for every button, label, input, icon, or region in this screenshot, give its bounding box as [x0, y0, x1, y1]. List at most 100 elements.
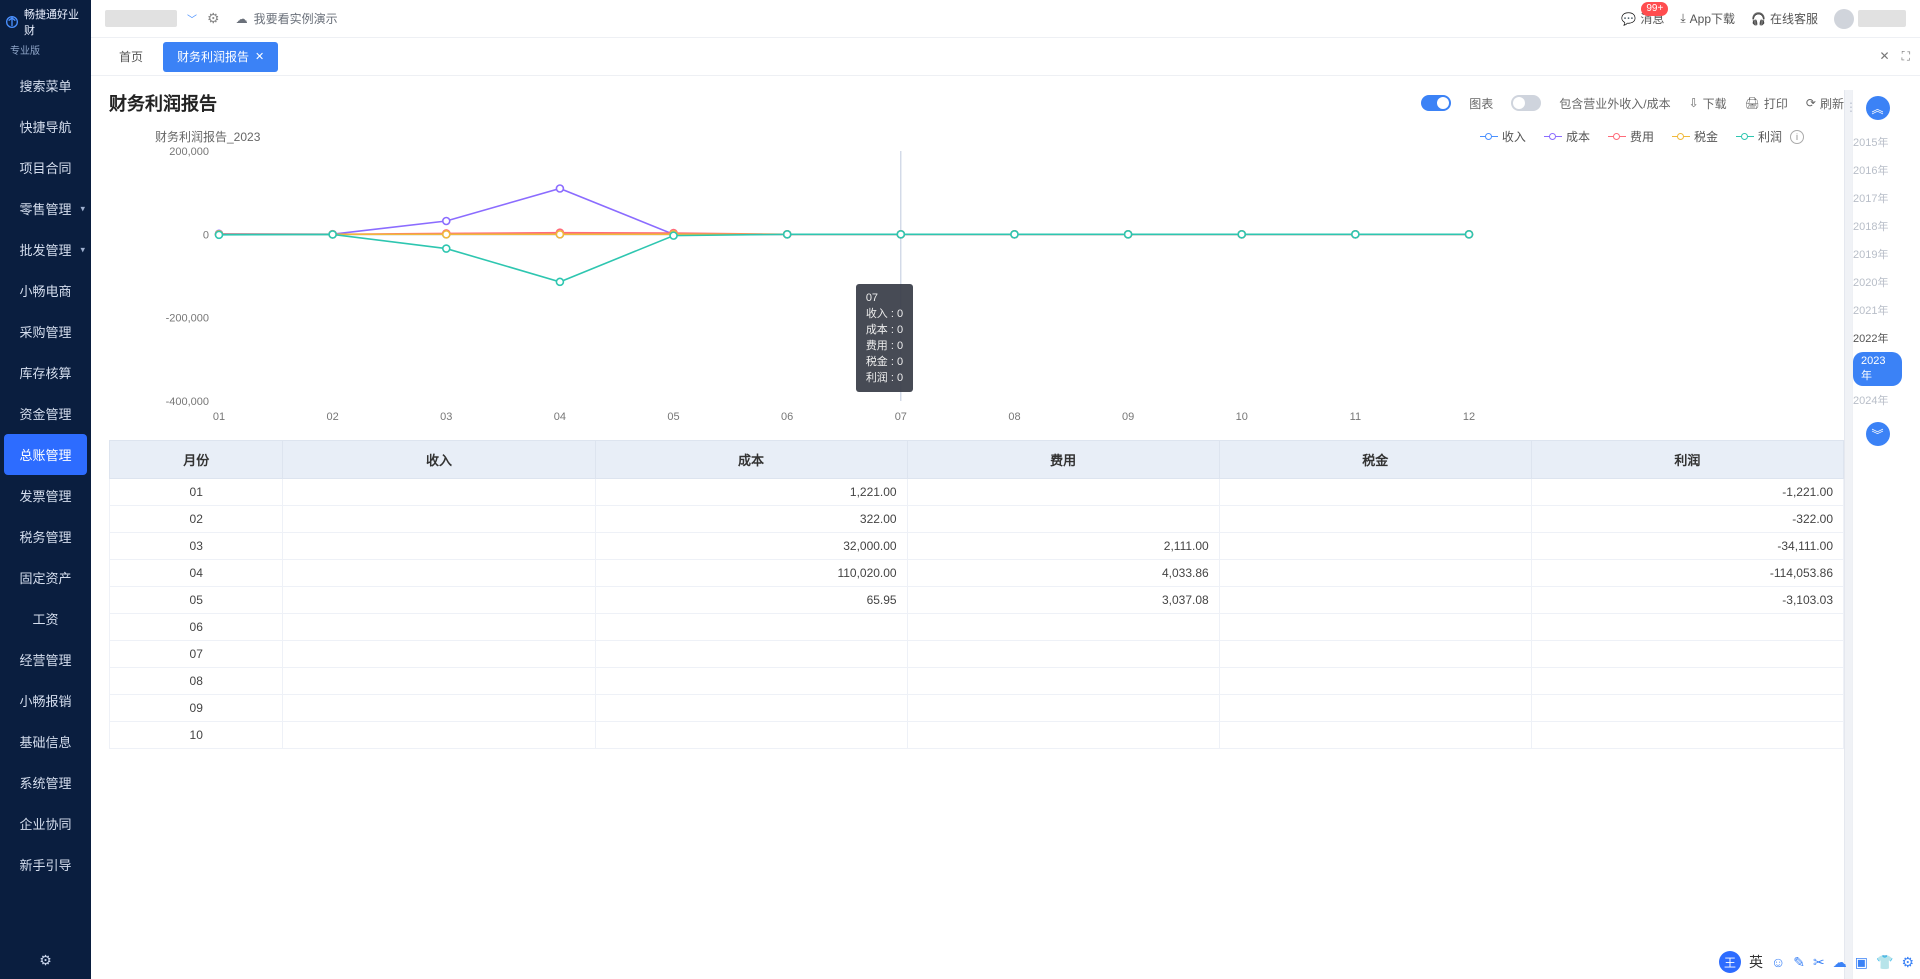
sidebar-item-19[interactable]: 新手引导: [0, 844, 91, 885]
ime-camera-icon[interactable]: ▣: [1855, 954, 1868, 971]
sidebar-item-5[interactable]: 小畅电商: [0, 270, 91, 311]
tab-home[interactable]: 首页: [105, 42, 157, 72]
legend-cost[interactable]: 成本: [1544, 128, 1590, 145]
svg-text:07: 07: [895, 411, 907, 423]
include-toggle[interactable]: [1511, 95, 1541, 111]
sidebar-item-9[interactable]: 总账管理: [4, 434, 87, 475]
svg-text:02: 02: [327, 411, 339, 423]
year-option[interactable]: 2023年: [1853, 352, 1902, 386]
table-cell: 2,111.00: [907, 533, 1219, 560]
year-option[interactable]: 2016年: [1853, 156, 1902, 184]
chart-svg: -400,000-200,0000200,0000102030405060708…: [109, 136, 1489, 426]
download-button[interactable]: ⇩下载: [1689, 95, 1727, 112]
legend-expense[interactable]: 费用: [1608, 128, 1654, 145]
table-header: 收入: [283, 441, 595, 479]
table-cell: [1531, 722, 1843, 749]
tooltip-tax: 税金 : 0: [866, 354, 903, 370]
fullscreen-icon[interactable]: ⛶: [1902, 49, 1910, 64]
year-option[interactable]: 2017年: [1853, 184, 1902, 212]
year-option[interactable]: 2019年: [1853, 240, 1902, 268]
sidebar-item-18[interactable]: 企业协同: [0, 803, 91, 844]
sidebar-item-1[interactable]: 快捷导航: [0, 106, 91, 147]
table-cell: [283, 668, 595, 695]
table-cell: [283, 722, 595, 749]
sidebar-item-0[interactable]: 搜索菜单: [0, 65, 91, 106]
table-cell: 09: [110, 695, 283, 722]
ime-bar: 王 英 ☺ ✎ ✂ ☁ ▣ 👕 ⚙: [1719, 951, 1914, 973]
download-text: 下载: [1703, 95, 1727, 112]
sidebar-item-6[interactable]: 采购管理: [0, 311, 91, 352]
table-row: 04110,020.004,033.86-114,053.86: [110, 560, 1844, 587]
info-icon[interactable]: i: [1790, 130, 1804, 144]
ime-cloud-icon[interactable]: ☁: [1833, 954, 1847, 971]
ime-edit-icon[interactable]: ✎: [1793, 954, 1805, 971]
tab-report[interactable]: 财务利润报告 ✕: [163, 42, 278, 72]
tab-close-all-icon[interactable]: ✕: [1880, 49, 1890, 64]
sidebar-item-2[interactable]: 项目合同: [0, 147, 91, 188]
topbar-gear-icon[interactable]: ⚙: [207, 10, 220, 27]
year-panel: ︽ 2015年2016年2017年2018年2019年2020年2021年202…: [1852, 90, 1902, 979]
company-selector[interactable]: 株式会社名称 ﹀: [105, 10, 197, 27]
year-scroll-down[interactable]: ︾: [1866, 422, 1890, 446]
ime-shirt-icon[interactable]: 👕: [1876, 954, 1893, 971]
year-option[interactable]: 2020年: [1853, 268, 1902, 296]
sidebar-item-12[interactable]: 固定资产: [0, 557, 91, 598]
table-cell: [595, 695, 907, 722]
table-header: 税金: [1219, 441, 1531, 479]
settings-gear[interactable]: ⚙: [0, 942, 91, 979]
sidebar-item-17[interactable]: 系统管理: [0, 762, 91, 803]
year-option[interactable]: 2015年: [1853, 128, 1902, 156]
user-menu[interactable]: 用户名称: [1834, 9, 1906, 29]
sidebar-item-14[interactable]: 经营管理: [0, 639, 91, 680]
brand-icon: [4, 14, 20, 30]
year-option[interactable]: 2018年: [1853, 212, 1902, 240]
table-cell: [595, 722, 907, 749]
download-label: App下载: [1690, 10, 1735, 27]
svg-text:0: 0: [203, 229, 209, 241]
sidebar-item-3[interactable]: 零售管理▾: [0, 188, 91, 229]
chevron-down-icon: ▾: [80, 244, 85, 255]
legend-profit[interactable]: 利润 i: [1736, 128, 1804, 145]
customer-service-link[interactable]: 🎧 在线客服: [1751, 10, 1818, 27]
sidebar-item-7[interactable]: 库存核算: [0, 352, 91, 393]
ime-smile-icon[interactable]: ☺: [1771, 954, 1785, 970]
table-cell: [1531, 614, 1843, 641]
company-name: 株式会社名称: [105, 10, 177, 27]
table-cell: -3,103.03: [1531, 587, 1843, 614]
demo-link[interactable]: ☁ 我要看实例演示: [236, 10, 338, 27]
refresh-button[interactable]: ⟳刷新: [1806, 95, 1844, 112]
ime-lang[interactable]: 英: [1749, 952, 1763, 972]
chart-tooltip: 07 收入 : 0 成本 : 0 费用 : 0 税金 : 0 利润 : 0: [856, 284, 913, 392]
sidebar-item-4[interactable]: 批发管理▾: [0, 229, 91, 270]
sidebar-item-15[interactable]: 小畅报销: [0, 680, 91, 721]
legend-profit-label: 利润: [1758, 128, 1782, 145]
message-badge: 99+: [1641, 2, 1668, 16]
sidebar-item-8[interactable]: 资金管理: [0, 393, 91, 434]
legend-tax[interactable]: 税金: [1672, 128, 1718, 145]
chart: 财务利润报告_2023 收入 成本 费用 税金 利润i -400,000-200…: [109, 126, 1844, 436]
table-header: 费用: [907, 441, 1219, 479]
table-cell: 04: [110, 560, 283, 587]
year-option[interactable]: 2024年: [1853, 386, 1902, 414]
print-button[interactable]: 🖨打印: [1745, 95, 1788, 112]
panel-drag-handle[interactable]: [1844, 90, 1852, 979]
year-option[interactable]: 2022年: [1853, 324, 1902, 352]
year-option[interactable]: 2021年: [1853, 296, 1902, 324]
ime-scissors-icon[interactable]: ✂: [1813, 954, 1825, 971]
close-icon[interactable]: ✕: [255, 50, 264, 63]
table-row: 08: [110, 668, 1844, 695]
sidebar-item-11[interactable]: 税务管理: [0, 516, 91, 557]
year-scroll-up[interactable]: ︽: [1866, 96, 1890, 120]
ime-gear-icon[interactable]: ⚙: [1901, 954, 1914, 971]
table-cell: [283, 587, 595, 614]
chart-toggle[interactable]: [1421, 95, 1451, 111]
table-cell: 4,033.86: [907, 560, 1219, 587]
sidebar-item-16[interactable]: 基础信息: [0, 721, 91, 762]
ime-badge-icon[interactable]: 王: [1719, 951, 1741, 973]
app-download-link[interactable]: ⤓ App下载: [1680, 10, 1735, 27]
sidebar-item-13[interactable]: 工资: [0, 598, 91, 639]
messages-link[interactable]: 💬 消息 99+: [1621, 10, 1664, 27]
sidebar-item-10[interactable]: 发票管理: [0, 475, 91, 516]
table-header: 利润: [1531, 441, 1843, 479]
tooltip-month: 07: [866, 290, 903, 306]
